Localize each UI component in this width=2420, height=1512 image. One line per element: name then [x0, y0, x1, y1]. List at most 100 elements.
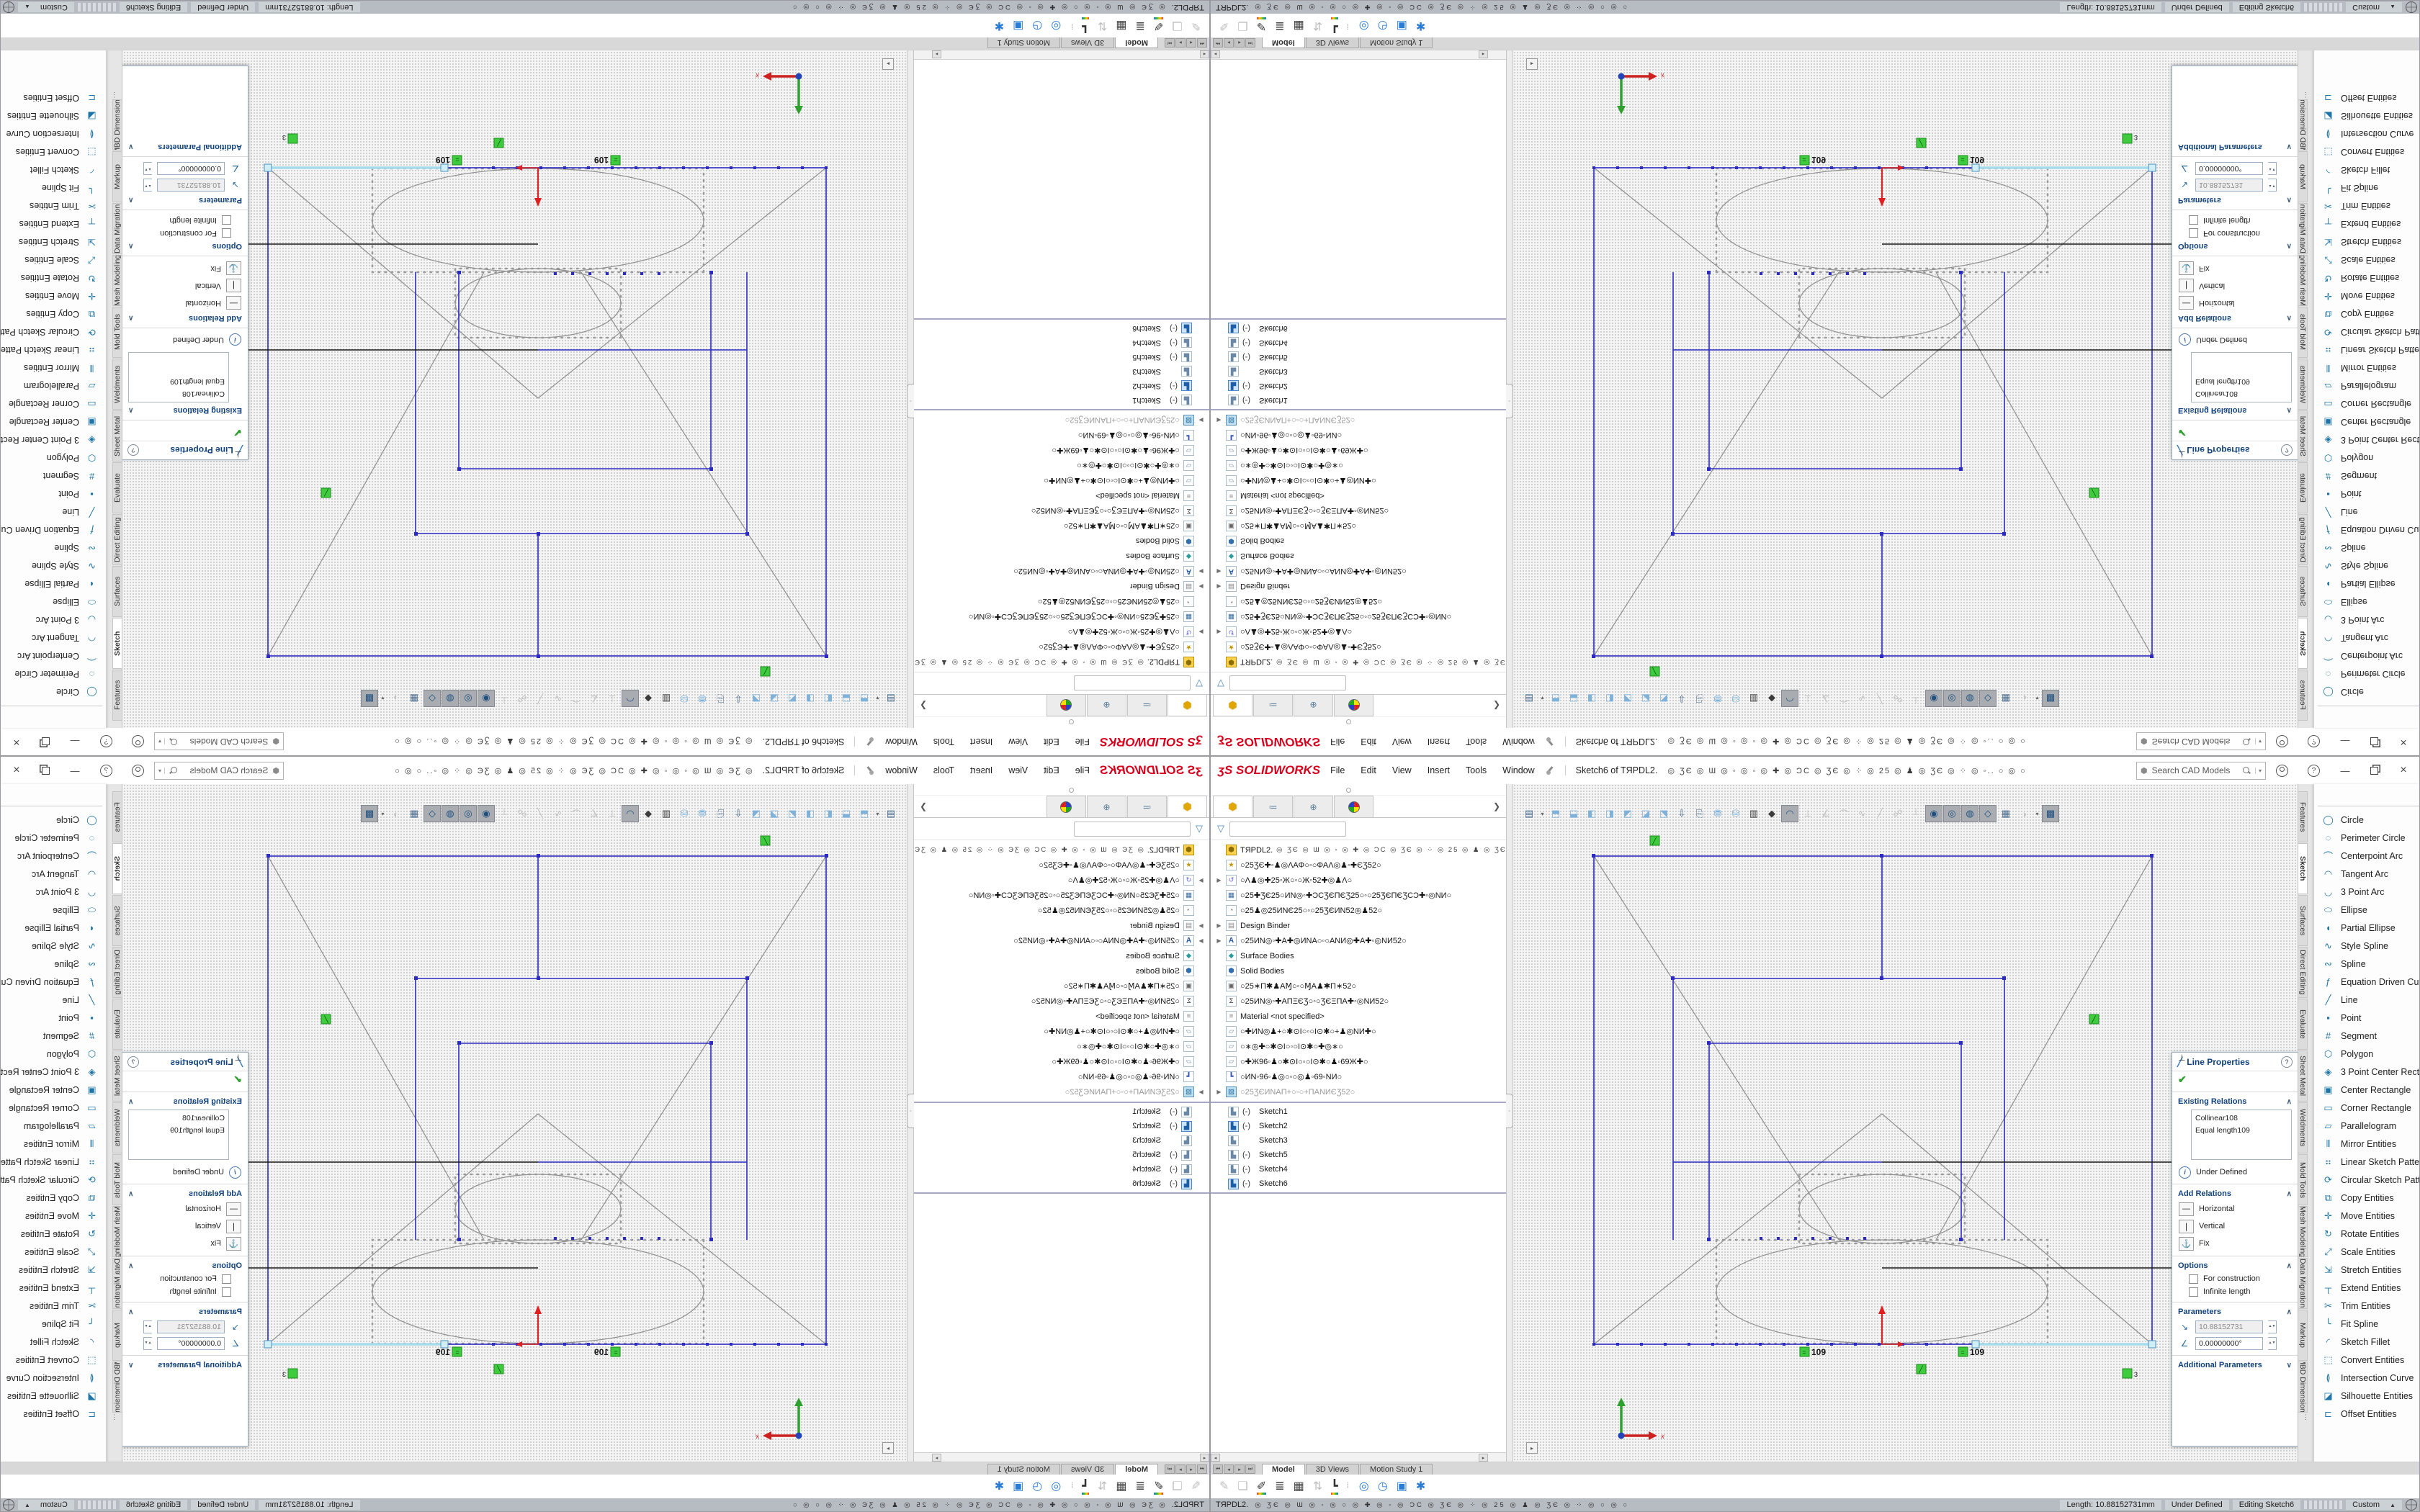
expand-arrow-icon[interactable]: ▶: [1216, 1089, 1222, 1095]
sketch-row[interactable]: ▙ (-) Sketch5: [1211, 1148, 1506, 1162]
sketch-tool-item[interactable]: ◌ Perimeter Circle: [2314, 665, 2419, 683]
user-icon[interactable]: [2276, 736, 2288, 748]
filter-input[interactable]: [1074, 676, 1191, 691]
user-icon[interactable]: [132, 765, 144, 777]
view-toolbar-icon[interactable]: ┴: [1907, 690, 1924, 707]
search-input[interactable]: Search CAD Models: [2152, 765, 2238, 775]
view-toolbar-icon[interactable]: ⬔: [748, 805, 765, 822]
dimension-tag[interactable]: = 109 = 109: [1800, 1347, 1984, 1357]
sketch-tool-item[interactable]: ✛ Move Entities: [2314, 1207, 2419, 1225]
relation-item[interactable]: Collinear108: [133, 1112, 225, 1125]
tab-propertymanager[interactable]: ≔: [1253, 695, 1293, 716]
dimension-tag[interactable]: = 109 = 109: [436, 1347, 620, 1357]
parameter-input[interactable]: 10.88152731: [2195, 1320, 2263, 1333]
command-tab[interactable]: Mold Tools: [2298, 1154, 2308, 1205]
more-tabs-icon[interactable]: ⋮: [2298, 91, 2313, 99]
view-toolbar-icon[interactable]: ◆: [640, 690, 657, 707]
view-toolbar-icon[interactable]: ▾: [1538, 690, 1546, 707]
relations-listbox[interactable]: Collinear108Equal length109: [128, 1110, 229, 1160]
sketch-tool-item[interactable]: ◪ Silhouette Entities: [1, 1387, 106, 1405]
relation-button-row[interactable]: ❘ Vertical: [2172, 1218, 2298, 1235]
tree-row[interactable]: ▶ ↺ ○Λ♟◎✚25◦Ж○◦○Ж◦52✚◎♟Λ○: [1211, 873, 1506, 888]
command-tab[interactable]: Features: [2298, 791, 2308, 842]
view-toolbar-icon[interactable]: ◆: [640, 805, 657, 822]
tree-row[interactable]: ▶ ▤ Design Binder: [914, 579, 1209, 594]
sketch-tool-item[interactable]: ∿ Style Spline: [2314, 557, 2419, 575]
sketch-tool-item[interactable]: ✂ Trim Entities: [2314, 1297, 2419, 1315]
ok-button[interactable]: ✔: [2172, 424, 2298, 441]
sketch-tool-item[interactable]: ≬ Intersection Curve: [2314, 1369, 2419, 1387]
dimension-tag[interactable]: = 109 = 109: [1800, 155, 1984, 165]
panel-splitter[interactable]: ◦: [1507, 784, 1513, 1462]
relation-button-icon[interactable]: ❘: [226, 1220, 241, 1233]
relation-button-row[interactable]: — Horizontal: [2172, 1200, 2298, 1218]
sketch-tool-item[interactable]: ▭ Corner Rectangle: [1, 1099, 106, 1117]
view-toolbar-icon[interactable]: ⌒: [568, 805, 585, 822]
sketch-tool-item[interactable]: ⬚ Convert Entities: [2314, 1351, 2419, 1369]
sketch-tool-item[interactable]: ✛ Move Entities: [2314, 287, 2419, 305]
view-toolbar-icon[interactable]: ⎘: [1691, 805, 1708, 822]
collapse-icon[interactable]: ∧: [2287, 243, 2292, 251]
sketch-row[interactable]: ▙ (-) Sketch2: [1211, 1119, 1506, 1133]
sketch-row[interactable]: ▙ (-) Sketch6: [1211, 1176, 1506, 1191]
scroll-left-icon[interactable]: ◂: [1200, 1454, 1209, 1462]
view-toolbar-icon[interactable]: ⛃: [694, 690, 711, 707]
view-toolbar-icon[interactable]: ◇: [424, 690, 441, 707]
command-tab[interactable]: Sheet Metal: [112, 410, 122, 462]
first-tab-icon[interactable]: ⏮: [1213, 1464, 1223, 1474]
search-icon[interactable]: [2242, 766, 2251, 775]
view-toolbar-icon[interactable]: ⎘: [1691, 690, 1708, 707]
command-tab[interactable]: Sheet Metal: [112, 1050, 122, 1102]
annotation-tool-icon[interactable]: ✐: [1154, 19, 1163, 33]
sketch-tool-item[interactable]: ⧉ Copy Entities: [2314, 305, 2419, 323]
annotation-tool-icon[interactable]: ▦: [1294, 1479, 1304, 1493]
tree-row[interactable]: ★ ○25ƷЄ✚◦♟◎ΛΑΦ○◦○ΦΑΛ◎♟◦✚ЄƷ52○: [1211, 639, 1506, 654]
view-toolbar-icon[interactable]: ◑: [387, 805, 405, 822]
annotation-tool-icon[interactable]: ◎: [1359, 19, 1369, 33]
tree-row[interactable]: ◆ Surface Bodies: [914, 549, 1209, 564]
sketch-tool-item[interactable]: ▪ Point: [2314, 485, 2419, 503]
relation-button-row[interactable]: — Horizontal: [2172, 294, 2298, 312]
restore-button[interactable]: [2370, 767, 2378, 775]
checkbox[interactable]: [222, 1274, 231, 1284]
view-toolbar-icon[interactable]: ◩: [784, 805, 801, 822]
document-tab[interactable]: Motion Study 1: [987, 1464, 1060, 1475]
tree-row[interactable]: ★ ○25ƷЄ✚◦♟◎ΛΑΦ○◦○ΦΑΛ◎♟◦✚ЄƷ52○: [914, 858, 1209, 873]
sketch-tool-item[interactable]: ┬ Extend Entities: [1, 1279, 106, 1297]
annotation-tool-icon[interactable]: ✎: [1191, 19, 1201, 33]
command-tab[interactable]: Sketch: [112, 618, 122, 669]
sketch-tool-item[interactable]: ⠶ Linear Sketch Pattern: [2314, 341, 2419, 359]
tree-row[interactable]: ▶ A ○25ИΝ◎◦✚Α✚◎ИΝΑ○◦○ΑΝИ◎✚Α✚◦◎ΝИ52○: [914, 564, 1209, 579]
menu-item[interactable]: Edit: [1044, 737, 1059, 747]
expand-arrow-icon[interactable]: ▶: [1216, 629, 1222, 635]
annotation-tool-icon[interactable]: ✎: [1219, 1479, 1229, 1493]
expand-panel-icon[interactable]: ❯: [914, 801, 927, 811]
tab-featuremanager[interactable]: ⬢: [1213, 796, 1252, 817]
sketch-tool-item[interactable]: ⫴ Mirror Entities: [2314, 1135, 2419, 1153]
first-tab-icon[interactable]: ⏮: [1197, 1464, 1207, 1474]
view-toolbar-icon[interactable]: ┴: [1907, 805, 1924, 822]
tree-row[interactable]: ◆ Surface Bodies: [1211, 948, 1506, 963]
command-tab[interactable]: MBD Dimensions: [2298, 99, 2308, 150]
tree-row[interactable]: ▶ ▤ Design Binder: [1211, 918, 1506, 933]
ok-button[interactable]: ✔: [2172, 1071, 2298, 1088]
option-row[interactable]: For construction: [2172, 227, 2298, 240]
sketch-tool-item[interactable]: ▣ Center Rectangle: [1, 1081, 106, 1099]
sketch-tool-item[interactable]: ◠ Tangent Arc: [1, 629, 106, 647]
document-tab[interactable]: Motion Study 1: [1360, 37, 1433, 48]
menu-item[interactable]: Window: [885, 765, 917, 775]
search-dropdown-icon[interactable]: ▾: [2255, 768, 2262, 774]
search-box[interactable]: ⬢ Search CAD Models ▾: [2136, 733, 2266, 751]
next-tab-icon[interactable]: ▸: [1234, 38, 1245, 48]
tree-row[interactable]: ▶ ↺ ○Λ♟◎✚25◦Ж○◦○Ж◦52✚◎♟Λ○: [914, 873, 1209, 888]
view-toolbar-icon[interactable]: ☍: [514, 805, 531, 822]
sketch-tool-item[interactable]: ƒ Equation Driven Curve: [1, 973, 106, 991]
tree-row[interactable]: ★ ○25ƷЄ✚◦♟◎ΛΑΦ○◦○ΦΑΛ◎♟◦✚ЄƷ52○: [1211, 858, 1506, 873]
sketch-row[interactable]: ▙ (-) Sketch5: [1211, 350, 1506, 364]
close-button[interactable]: ×: [2398, 765, 2409, 776]
sketch-tool-item[interactable]: ⬭ Ellipse: [1, 901, 106, 919]
view-toolbar-icon[interactable]: ◨: [802, 690, 819, 707]
sketch-tool-item[interactable]: ⫴ Mirror Entities: [1, 359, 106, 377]
relation-item[interactable]: Equal length109: [133, 1125, 225, 1137]
sketch-tool-item[interactable]: ▱ Parallelogram: [1, 1117, 106, 1135]
